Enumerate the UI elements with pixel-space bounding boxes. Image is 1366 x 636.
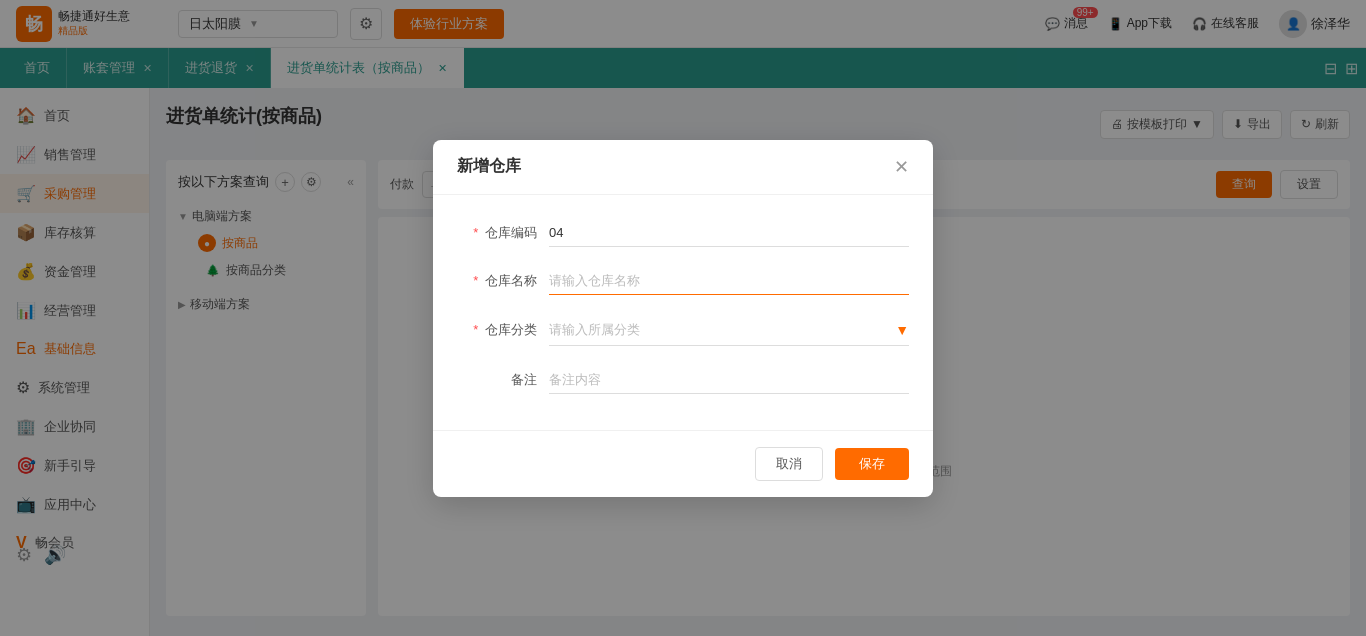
add-warehouse-modal: 新增仓库 ✕ * 仓库编码 * 仓库名称 — [433, 140, 933, 497]
modal-overlay: 新增仓库 ✕ * 仓库编码 * 仓库名称 — [0, 0, 1366, 636]
modal-body: * 仓库编码 * 仓库名称 * 仓库分类 请输入所属 — [433, 195, 933, 430]
remarks-input[interactable] — [549, 366, 909, 394]
warehouse-name-input[interactable] — [549, 267, 909, 295]
modal-close-button[interactable]: ✕ — [894, 156, 909, 178]
modal-header: 新增仓库 ✕ — [433, 140, 933, 195]
warehouse-name-label: * 仓库名称 — [457, 272, 537, 290]
warehouse-code-row: * 仓库编码 — [457, 219, 909, 247]
remarks-label: 备注 — [457, 371, 537, 389]
select-arrow-icon: ▼ — [895, 322, 909, 338]
warehouse-category-select[interactable]: 请输入所属分类 ▼ — [549, 315, 909, 346]
remarks-row: 备注 — [457, 366, 909, 394]
warehouse-code-input[interactable] — [549, 219, 909, 247]
save-button[interactable]: 保存 — [835, 448, 909, 480]
cancel-button[interactable]: 取消 — [755, 447, 823, 481]
warehouse-category-row: * 仓库分类 请输入所属分类 ▼ — [457, 315, 909, 346]
warehouse-name-row: * 仓库名称 — [457, 267, 909, 295]
modal-title: 新增仓库 — [457, 156, 521, 177]
modal-footer: 取消 保存 — [433, 430, 933, 497]
warehouse-code-label: * 仓库编码 — [457, 224, 537, 242]
warehouse-category-placeholder: 请输入所属分类 — [549, 321, 640, 339]
warehouse-category-label: * 仓库分类 — [457, 321, 537, 339]
